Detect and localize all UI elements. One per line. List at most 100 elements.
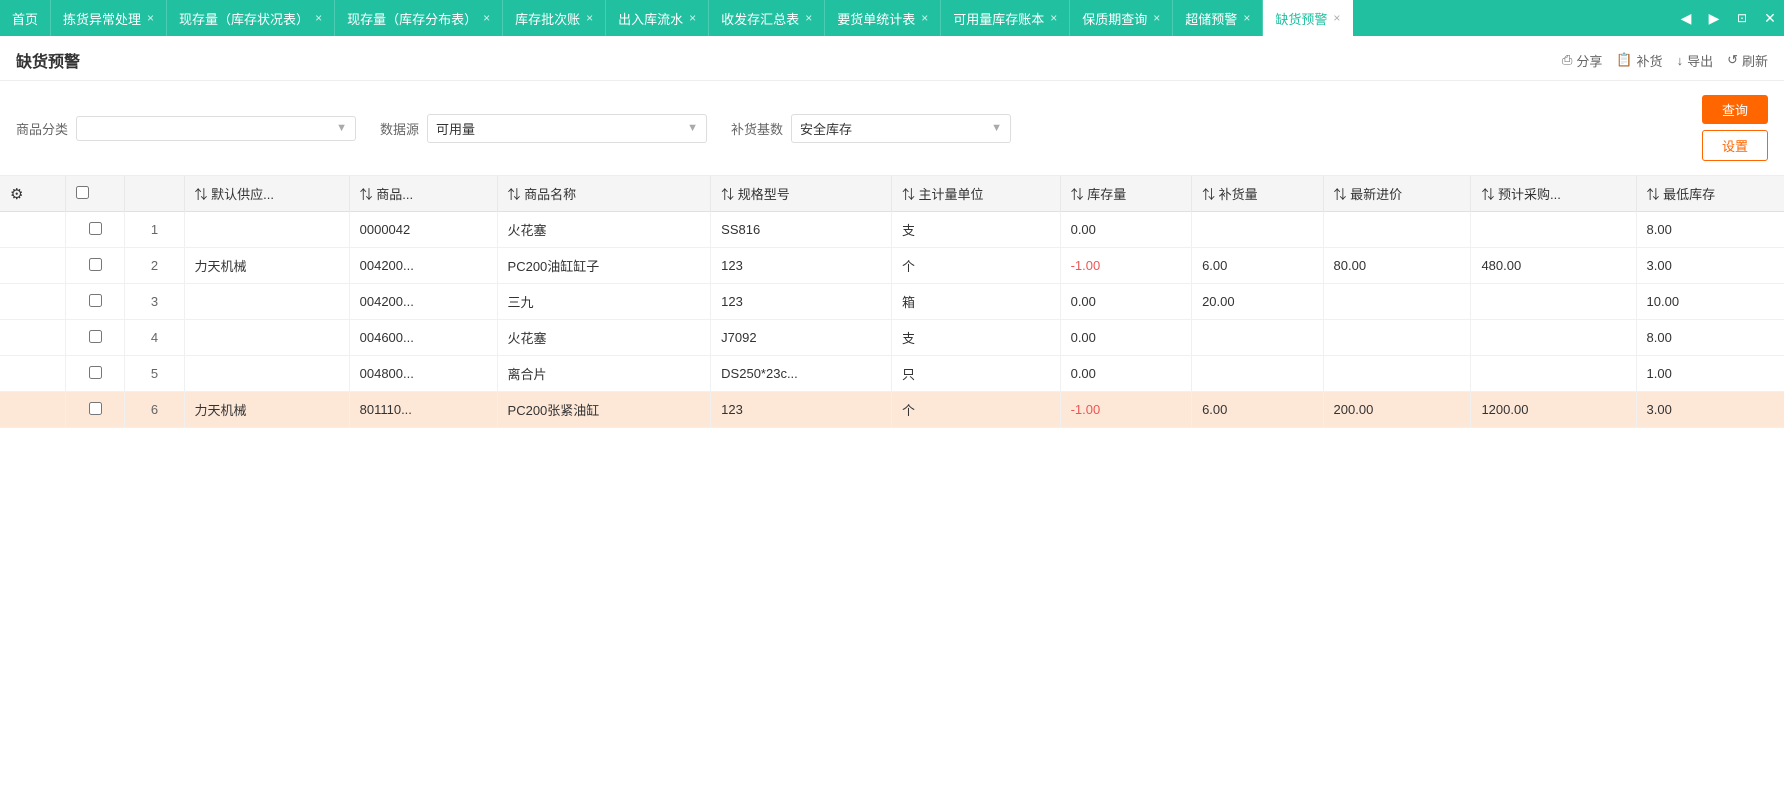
row-checkbox-3[interactable] — [89, 330, 102, 343]
col-latest_price[interactable]: ⇅ 最新进价 — [1323, 176, 1471, 212]
tab-item-11[interactable]: 缺货预警× — [1263, 0, 1353, 36]
row-checkbox-cell-0[interactable] — [66, 212, 125, 248]
tab-prev-btn[interactable]: ◀ — [1672, 0, 1700, 36]
query-button[interactable]: 查询 — [1702, 95, 1768, 124]
row-gear-5 — [0, 392, 66, 428]
cell-stock-2: 0.00 — [1060, 284, 1191, 320]
tab-item-2[interactable]: 现存量（库存状况表）× — [167, 0, 335, 36]
select-all-checkbox[interactable] — [76, 186, 89, 199]
tab-close-10[interactable]: × — [1243, 11, 1250, 25]
col-replenish_qty[interactable]: ⇅ 补货量 — [1192, 176, 1323, 212]
cell-replenish_qty-1: 6.00 — [1192, 248, 1323, 284]
tab-next-btn[interactable]: ▶ — [1700, 0, 1728, 36]
row-checkbox-2[interactable] — [89, 294, 102, 307]
tab-item-4[interactable]: 库存批次账× — [503, 0, 606, 36]
tab-item-5[interactable]: 出入库流水× — [606, 0, 709, 36]
category-chevron-icon: ▼ — [336, 122, 347, 134]
row-num-3: 4 — [125, 320, 184, 356]
replenish-button[interactable]: 📋 补货 — [1616, 51, 1662, 70]
col-spec[interactable]: ⇅ 规格型号 — [711, 176, 892, 212]
cell-product_name-4: 离合片 — [497, 356, 711, 392]
share-icon: ⎙ — [1562, 52, 1572, 68]
export-button[interactable]: ↓ 导出 — [1677, 51, 1714, 70]
category-select[interactable]: ▼ — [76, 116, 356, 141]
tab-close-9[interactable]: × — [1153, 11, 1160, 25]
tab-close-2[interactable]: × — [315, 11, 322, 25]
category-label: 商品分类 — [16, 119, 68, 138]
cell-spec-5: 123 — [711, 392, 892, 428]
replenish-base-filter-group: 补货基数 安全库存 ▼ — [731, 114, 1011, 143]
cell-min_stock-5: 3.00 — [1636, 392, 1784, 428]
tab-item-3[interactable]: 现存量（库存分布表）× — [335, 0, 503, 36]
cell-product_code-5: 801110... — [349, 392, 497, 428]
tab-restore-btn[interactable]: ⊡ — [1728, 0, 1756, 36]
col-product_name[interactable]: ⇅ 商品名称 — [497, 176, 711, 212]
share-button[interactable]: ⎙ 分享 — [1562, 51, 1602, 70]
tab-item-1[interactable]: 拣货异常处理× — [51, 0, 167, 36]
cell-latest_price-1: 80.00 — [1323, 248, 1471, 284]
col-estimated_purchase[interactable]: ⇅ 预计采购... — [1471, 176, 1636, 212]
tab-close-3[interactable]: × — [483, 11, 490, 25]
col-checkbox[interactable] — [66, 176, 125, 212]
cell-latest_price-4 — [1323, 356, 1471, 392]
row-checkbox-cell-5[interactable] — [66, 392, 125, 428]
cell-spec-2: 123 — [711, 284, 892, 320]
row-gear-1 — [0, 248, 66, 284]
refresh-button[interactable]: ↺ 刷新 — [1727, 51, 1768, 70]
cell-min_stock-1: 3.00 — [1636, 248, 1784, 284]
col-stock[interactable]: ⇅ 库存量 — [1060, 176, 1191, 212]
table-row: 2力天机械004200...PC200油缸缸子123个-1.006.0080.0… — [0, 248, 1784, 284]
tab-item-6[interactable]: 收发存汇总表× — [709, 0, 825, 36]
tab-close-11[interactable]: × — [1333, 11, 1340, 25]
col-min_stock[interactable]: ⇅ 最低库存 — [1636, 176, 1784, 212]
tab-close-8[interactable]: × — [1050, 11, 1057, 25]
row-checkbox-0[interactable] — [89, 222, 102, 235]
tab-item-10[interactable]: 超储预警× — [1173, 0, 1263, 36]
cell-latest_price-5: 200.00 — [1323, 392, 1471, 428]
tab-close-5[interactable]: × — [689, 11, 696, 25]
cell-spec-0: SS816 — [711, 212, 892, 248]
tab-item-9[interactable]: 保质期查询× — [1070, 0, 1173, 36]
cell-min_stock-0: 8.00 — [1636, 212, 1784, 248]
cell-estimated_purchase-5: 1200.00 — [1471, 392, 1636, 428]
cell-product_code-3: 004600... — [349, 320, 497, 356]
cell-replenish_qty-0 — [1192, 212, 1323, 248]
row-checkbox-5[interactable] — [89, 402, 102, 415]
tab-close-7[interactable]: × — [921, 11, 928, 25]
filter-actions: 查询 设置 — [1702, 95, 1768, 161]
replenish-base-chevron-icon: ▼ — [991, 122, 1002, 134]
tab-close-4[interactable]: × — [586, 11, 593, 25]
row-gear-4 — [0, 356, 66, 392]
col-unit[interactable]: ⇅ 主计量单位 — [891, 176, 1060, 212]
tab-close-6[interactable]: × — [805, 11, 812, 25]
cell-replenish_qty-2: 20.00 — [1192, 284, 1323, 320]
tab-close-btn[interactable]: ✕ — [1756, 0, 1784, 36]
row-checkbox-4[interactable] — [89, 366, 102, 379]
row-checkbox-cell-1[interactable] — [66, 248, 125, 284]
row-checkbox-cell-2[interactable] — [66, 284, 125, 320]
cell-estimated_purchase-0 — [1471, 212, 1636, 248]
col-default_supplier[interactable]: ⇅ 默认供应... — [184, 176, 349, 212]
cell-stock-4: 0.00 — [1060, 356, 1191, 392]
col-gear[interactable]: ⚙ — [0, 176, 66, 212]
settings-button[interactable]: 设置 — [1702, 130, 1768, 161]
datasource-select[interactable]: 可用量 ▼ — [427, 114, 707, 143]
tab-item-8[interactable]: 可用量库存账本× — [941, 0, 1070, 36]
tab-item-0[interactable]: 首页 — [0, 0, 51, 36]
tab-close-1[interactable]: × — [147, 11, 154, 25]
category-select-value — [85, 121, 89, 136]
row-gear-3 — [0, 320, 66, 356]
cell-product_code-1: 004200... — [349, 248, 497, 284]
cell-stock-1: -1.00 — [1060, 248, 1191, 284]
tab-item-7[interactable]: 要货单统计表× — [825, 0, 941, 36]
cell-stock-3: 0.00 — [1060, 320, 1191, 356]
replenish-base-select[interactable]: 安全库存 ▼ — [791, 114, 1011, 143]
row-checkbox-cell-3[interactable] — [66, 320, 125, 356]
row-checkbox-1[interactable] — [89, 258, 102, 271]
row-checkbox-cell-4[interactable] — [66, 356, 125, 392]
col-product_code[interactable]: ⇅ 商品... — [349, 176, 497, 212]
cell-default_supplier-4 — [184, 356, 349, 392]
export-icon: ↓ — [1677, 53, 1684, 68]
row-num-5: 6 — [125, 392, 184, 428]
cell-product_code-2: 004200... — [349, 284, 497, 320]
